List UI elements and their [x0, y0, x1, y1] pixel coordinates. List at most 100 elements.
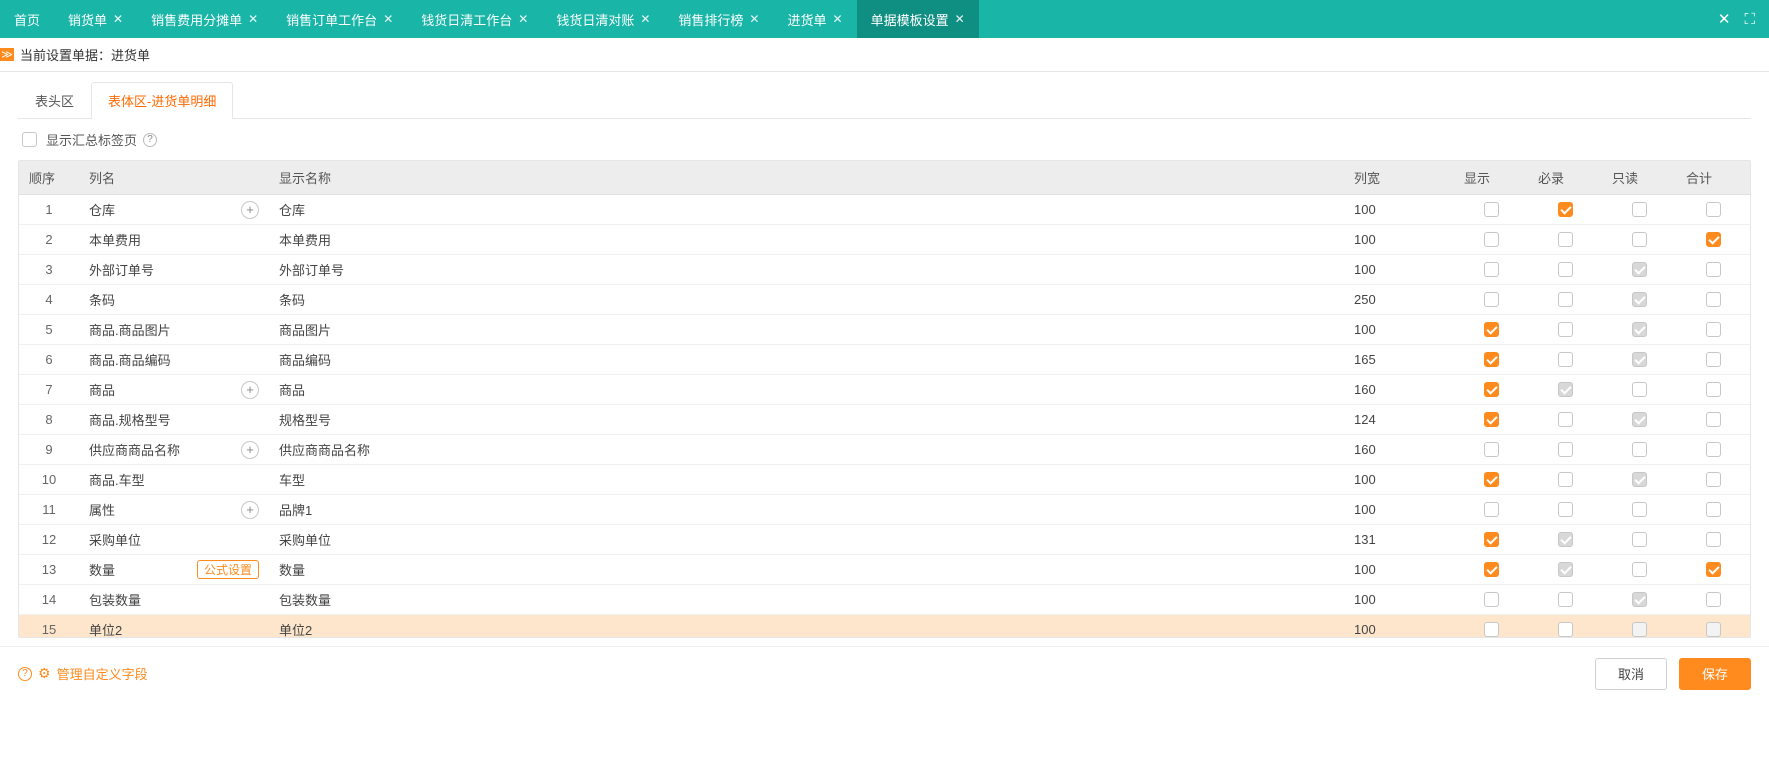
cell-display[interactable]: 采购单位 — [269, 525, 1344, 554]
close-icon[interactable]: ✕ — [955, 12, 965, 26]
show-checkbox[interactable] — [1484, 562, 1499, 577]
table-row[interactable]: 14包装数量包装数量100 — [19, 585, 1750, 615]
required-checkbox[interactable] — [1558, 262, 1573, 277]
cell-width[interactable]: 100 — [1344, 255, 1454, 284]
show-checkbox[interactable] — [1484, 442, 1499, 457]
cell-width[interactable]: 124 — [1344, 405, 1454, 434]
cell-width[interactable]: 100 — [1344, 555, 1454, 584]
cell-display[interactable]: 外部订单号 — [269, 255, 1344, 284]
table-row[interactable]: 12采购单位采购单位131 — [19, 525, 1750, 555]
summary-checkbox[interactable] — [22, 132, 37, 147]
readonly-checkbox[interactable] — [1632, 382, 1647, 397]
cell-width[interactable]: 250 — [1344, 285, 1454, 314]
total-checkbox[interactable] — [1706, 562, 1721, 577]
cancel-button[interactable]: 取消 — [1595, 658, 1667, 690]
required-checkbox[interactable] — [1558, 202, 1573, 217]
expand-handle[interactable]: ≫ — [0, 48, 14, 61]
required-checkbox[interactable] — [1558, 352, 1573, 367]
top-tab[interactable]: 销售订单工作台✕ — [272, 0, 407, 38]
cell-display[interactable]: 车型 — [269, 465, 1344, 494]
readonly-checkbox[interactable] — [1632, 532, 1647, 547]
cell-display[interactable]: 条码 — [269, 285, 1344, 314]
cell-width[interactable]: 160 — [1344, 435, 1454, 464]
cell-display[interactable]: 数量 — [269, 555, 1344, 584]
cell-display[interactable]: 商品图片 — [269, 315, 1344, 344]
cell-display[interactable]: 仓库 — [269, 195, 1344, 224]
help-icon[interactable]: ? — [143, 133, 157, 147]
total-checkbox[interactable] — [1706, 532, 1721, 547]
fullscreen-icon[interactable]: ⛶ — [1744, 11, 1755, 28]
total-checkbox[interactable] — [1706, 472, 1721, 487]
required-checkbox[interactable] — [1558, 472, 1573, 487]
cell-width[interactable]: 165 — [1344, 345, 1454, 374]
show-checkbox[interactable] — [1484, 262, 1499, 277]
footer-help-icon[interactable]: ? — [18, 667, 32, 681]
gear-icon[interactable]: ⚙ — [38, 665, 51, 682]
close-icon[interactable]: ✕ — [518, 12, 528, 26]
table-row[interactable]: 1仓库+仓库100 — [19, 195, 1750, 225]
readonly-checkbox[interactable] — [1632, 502, 1647, 517]
show-checkbox[interactable] — [1484, 322, 1499, 337]
add-icon[interactable]: + — [241, 381, 259, 399]
show-checkbox[interactable] — [1484, 232, 1499, 247]
required-checkbox[interactable] — [1558, 412, 1573, 427]
show-checkbox[interactable] — [1484, 592, 1499, 607]
total-checkbox[interactable] — [1706, 322, 1721, 337]
total-checkbox[interactable] — [1706, 292, 1721, 307]
table-row[interactable]: 15单位2单位2100 — [19, 615, 1750, 637]
top-tab[interactable]: 单据模板设置✕ — [857, 0, 979, 38]
close-icon[interactable]: ✕ — [749, 12, 759, 26]
table-row[interactable]: 9供应商商品名称+供应商商品名称160 — [19, 435, 1750, 465]
top-tab[interactable]: 首页 — [0, 0, 54, 38]
close-all-icon[interactable]: ✕ — [1718, 10, 1731, 28]
show-checkbox[interactable] — [1484, 532, 1499, 547]
show-checkbox[interactable] — [1484, 502, 1499, 517]
cell-display[interactable]: 规格型号 — [269, 405, 1344, 434]
add-icon[interactable]: + — [241, 201, 259, 219]
show-checkbox[interactable] — [1484, 622, 1499, 637]
show-checkbox[interactable] — [1484, 412, 1499, 427]
cell-width[interactable]: 100 — [1344, 495, 1454, 524]
show-checkbox[interactable] — [1484, 352, 1499, 367]
cell-width[interactable]: 100 — [1344, 315, 1454, 344]
cell-display[interactable]: 品牌1 — [269, 495, 1344, 524]
top-tab[interactable]: 销售排行榜✕ — [664, 0, 773, 38]
required-checkbox[interactable] — [1558, 622, 1573, 637]
total-checkbox[interactable] — [1706, 442, 1721, 457]
table-row[interactable]: 3外部订单号外部订单号100 — [19, 255, 1750, 285]
cell-display[interactable]: 供应商商品名称 — [269, 435, 1344, 464]
show-checkbox[interactable] — [1484, 202, 1499, 217]
cell-width[interactable]: 100 — [1344, 225, 1454, 254]
table-row[interactable]: 11属性+品牌1100 — [19, 495, 1750, 525]
table-row[interactable]: 5商品.商品图片商品图片100 — [19, 315, 1750, 345]
cell-width[interactable]: 131 — [1344, 525, 1454, 554]
save-button[interactable]: 保存 — [1679, 658, 1751, 690]
cell-width[interactable]: 100 — [1344, 195, 1454, 224]
required-checkbox[interactable] — [1558, 322, 1573, 337]
required-checkbox[interactable] — [1558, 292, 1573, 307]
table-row[interactable]: 2本单费用本单费用100 — [19, 225, 1750, 255]
close-icon[interactable]: ✕ — [383, 12, 393, 26]
show-checkbox[interactable] — [1484, 292, 1499, 307]
total-checkbox[interactable] — [1706, 502, 1721, 517]
required-checkbox[interactable] — [1558, 592, 1573, 607]
close-icon[interactable]: ✕ — [640, 12, 650, 26]
table-row[interactable]: 8商品.规格型号规格型号124 — [19, 405, 1750, 435]
manage-custom-fields-link[interactable]: 管理自定义字段 — [57, 664, 148, 683]
add-icon[interactable]: + — [241, 441, 259, 459]
cell-display[interactable]: 单位2 — [269, 615, 1344, 637]
total-checkbox[interactable] — [1706, 262, 1721, 277]
show-checkbox[interactable] — [1484, 382, 1499, 397]
close-icon[interactable]: ✕ — [113, 12, 123, 26]
required-checkbox[interactable] — [1558, 232, 1573, 247]
top-tab[interactable]: 进货单✕ — [773, 0, 856, 38]
table-row[interactable]: 7商品+商品160 — [19, 375, 1750, 405]
close-icon[interactable]: ✕ — [833, 12, 843, 26]
sub-tab[interactable]: 表体区-进货单明细 — [91, 82, 233, 119]
table-row[interactable]: 13数量公式设置数量100 — [19, 555, 1750, 585]
required-checkbox[interactable] — [1558, 502, 1573, 517]
formula-button[interactable]: 公式设置 — [197, 560, 259, 579]
readonly-checkbox[interactable] — [1632, 442, 1647, 457]
total-checkbox[interactable] — [1706, 412, 1721, 427]
total-checkbox[interactable] — [1706, 232, 1721, 247]
